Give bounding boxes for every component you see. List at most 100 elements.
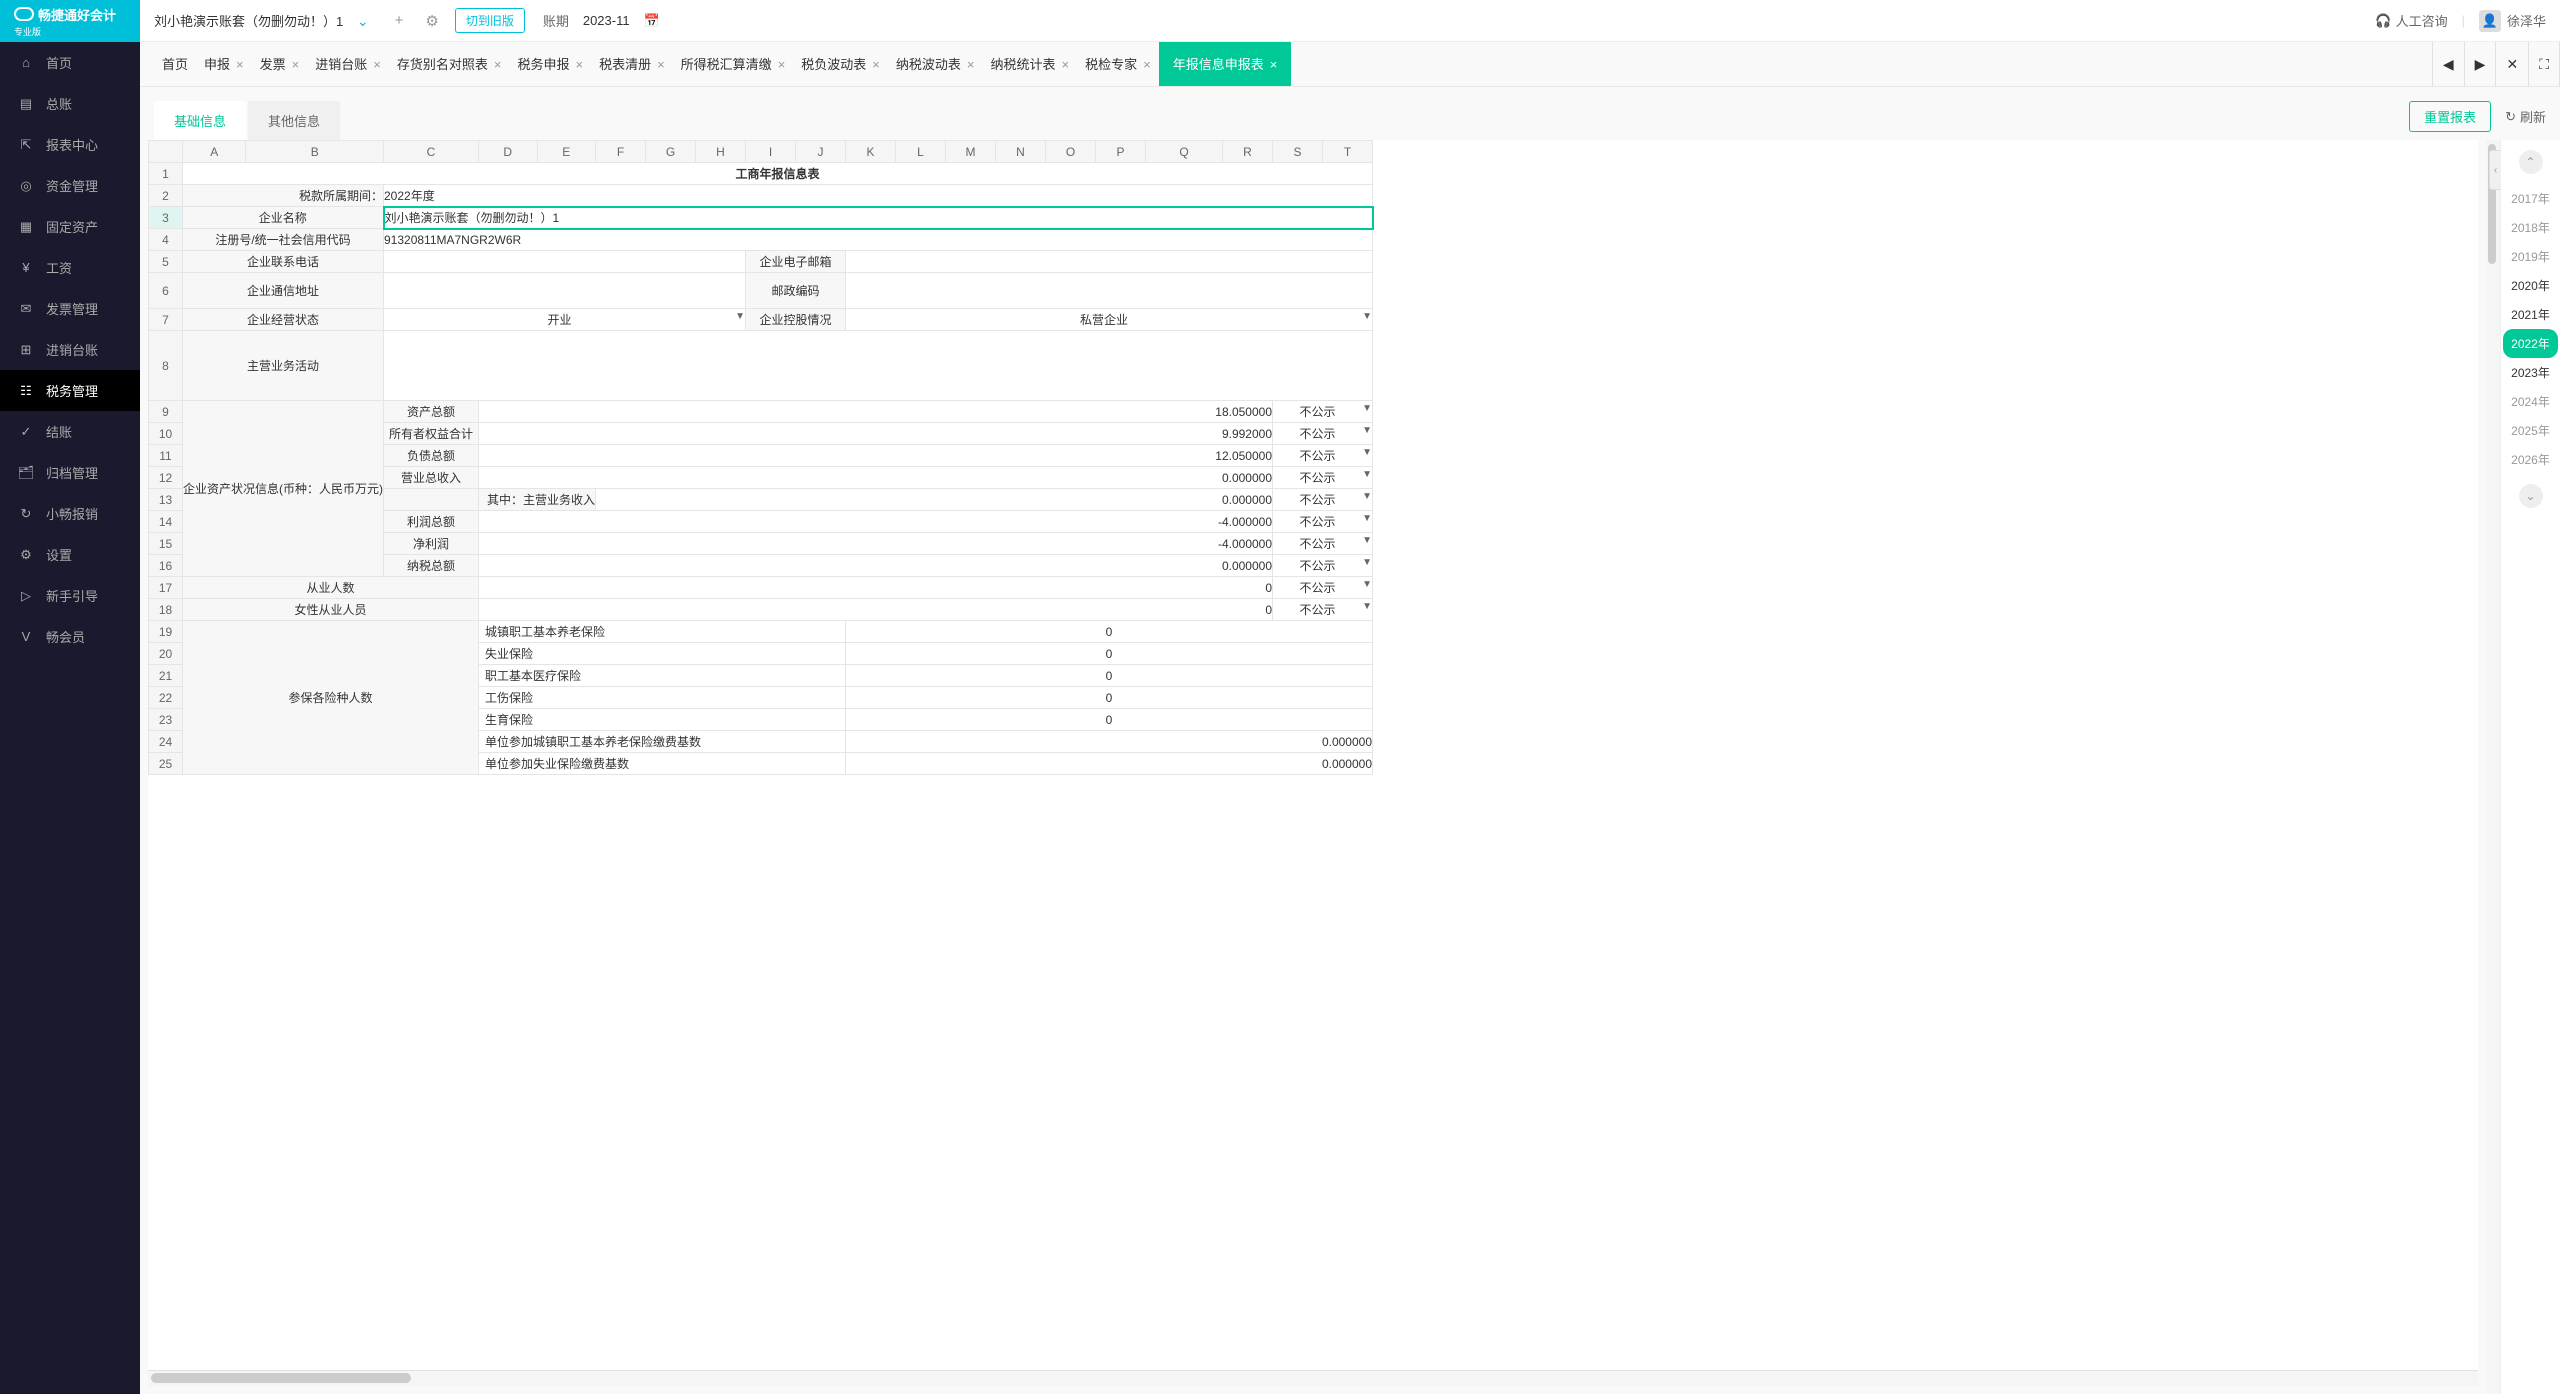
tab-11[interactable]: 税检专家× <box>1077 42 1159 86</box>
tab-8[interactable]: 税负波动表× <box>793 42 888 86</box>
base-value-25[interactable]: 0.000000 <box>846 753 1373 775</box>
sidebar-item-3[interactable]: ◎资金管理 <box>0 165 140 206</box>
row-value-10[interactable]: 9.992000 <box>479 423 1273 445</box>
row-head-6[interactable]: 6 <box>149 273 183 309</box>
col-head-I[interactable]: I <box>746 141 796 163</box>
status-value[interactable]: 开业▼ <box>384 309 746 331</box>
row-head-24[interactable]: 24 <box>149 731 183 753</box>
row-head-4[interactable]: 4 <box>149 229 183 251</box>
row-head-21[interactable]: 21 <box>149 665 183 687</box>
spreadsheet[interactable]: ABCDEFGHIJKLMNOPQRST1工商年报信息表2税款所属期间：2022… <box>148 140 2478 1370</box>
col-head-F[interactable]: F <box>596 141 646 163</box>
close-icon[interactable]: × <box>494 42 502 87</box>
user-menu[interactable]: 👤 徐泽华 <box>2479 10 2546 32</box>
tab-5[interactable]: 税务申报× <box>509 42 591 86</box>
sidebar-item-5[interactable]: ¥工资 <box>0 247 140 288</box>
ins-value-21[interactable]: 0 <box>846 665 1373 687</box>
tab-0[interactable]: 首页 <box>154 42 196 86</box>
fullscreen-icon[interactable]: ⛶ <box>2529 42 2560 86</box>
year-down-icon[interactable]: ⌄ <box>2519 484 2543 508</box>
horizontal-scrollbar[interactable] <box>148 1370 2478 1386</box>
row-value-14[interactable]: -4.000000 <box>479 511 1273 533</box>
subtab-1[interactable]: 其他信息 <box>248 101 340 140</box>
col-head-Q[interactable]: Q <box>1146 141 1223 163</box>
col-head-P[interactable]: P <box>1096 141 1146 163</box>
sidebar-item-12[interactable]: ⚙设置 <box>0 534 140 575</box>
gear-icon[interactable]: ⚙ <box>419 12 444 30</box>
address-value[interactable] <box>384 273 746 309</box>
row-vis-12[interactable]: 不公示▼ <box>1273 467 1373 489</box>
row-head-23[interactable]: 23 <box>149 709 183 731</box>
col-head-S[interactable]: S <box>1273 141 1323 163</box>
row-head-9[interactable]: 9 <box>149 401 183 423</box>
female-value[interactable]: 0 <box>479 599 1273 621</box>
col-head-R[interactable]: R <box>1223 141 1273 163</box>
year-2025年[interactable]: 2025年 <box>2503 416 2558 445</box>
row-head-13[interactable]: 13 <box>149 489 183 511</box>
tab-1[interactable]: 申报× <box>196 42 252 86</box>
tab-7[interactable]: 所得税汇算清缴× <box>673 42 794 86</box>
sidebar-item-1[interactable]: ▤总账 <box>0 83 140 124</box>
close-icon[interactable]: × <box>575 42 583 87</box>
row-vis-9[interactable]: 不公示▼ <box>1273 401 1373 423</box>
tab-6[interactable]: 税表清册× <box>591 42 673 86</box>
row-vis-14[interactable]: 不公示▼ <box>1273 511 1373 533</box>
row-head-20[interactable]: 20 <box>149 643 183 665</box>
close-icon[interactable]: × <box>1062 42 1070 87</box>
refresh-button[interactable]: ↻刷新 <box>2505 107 2546 126</box>
calendar-icon[interactable]: 📅 <box>644 13 660 29</box>
row-head-7[interactable]: 7 <box>149 309 183 331</box>
phone-value[interactable] <box>384 251 746 273</box>
tab-12[interactable]: 年报信息申报表× <box>1159 42 1292 86</box>
col-head-J[interactable]: J <box>796 141 846 163</box>
base-value-24[interactable]: 0.000000 <box>846 731 1373 753</box>
sidebar-item-14[interactable]: V畅会员 <box>0 616 140 657</box>
consult-button[interactable]: 🎧人工咨询 <box>2375 11 2447 30</box>
col-head-E[interactable]: E <box>537 141 596 163</box>
year-2022年[interactable]: 2022年 <box>2503 329 2558 358</box>
company-value[interactable]: 刘小艳演示账套（勿删勿动！）1 <box>384 207 1373 229</box>
row-vis-13[interactable]: 不公示▼ <box>1273 489 1373 511</box>
row-vis-11[interactable]: 不公示▼ <box>1273 445 1373 467</box>
col-head-O[interactable]: O <box>1046 141 1096 163</box>
reg-value[interactable]: 91320811MA7NGR2W6R <box>384 229 1373 251</box>
switch-old-button[interactable]: 切到旧版 <box>455 8 525 33</box>
email-value[interactable] <box>846 251 1373 273</box>
tab-prev-icon[interactable]: ◀ <box>2433 42 2465 86</box>
row-vis-15[interactable]: 不公示▼ <box>1273 533 1373 555</box>
period-value[interactable]: 2022年度 <box>384 185 1373 207</box>
sidebar-item-7[interactable]: ⊞进销台账 <box>0 329 140 370</box>
subtab-0[interactable]: 基础信息 <box>154 101 246 140</box>
close-icon[interactable]: × <box>967 42 975 87</box>
row-head-17[interactable]: 17 <box>149 577 183 599</box>
sidebar-item-2[interactable]: ⇱报表中心 <box>0 124 140 165</box>
year-2021年[interactable]: 2021年 <box>2503 300 2558 329</box>
ins-value-22[interactable]: 0 <box>846 687 1373 709</box>
row-head-12[interactable]: 12 <box>149 467 183 489</box>
tab-3[interactable]: 进销台账× <box>307 42 389 86</box>
row-value-15[interactable]: -4.000000 <box>479 533 1273 555</box>
col-head-G[interactable]: G <box>646 141 696 163</box>
corner-cell[interactable] <box>149 141 183 163</box>
reset-report-button[interactable]: 重置报表 <box>2409 101 2491 132</box>
row-head-2[interactable]: 2 <box>149 185 183 207</box>
col-head-H[interactable]: H <box>696 141 746 163</box>
year-2017年[interactable]: 2017年 <box>2503 184 2558 213</box>
row-vis-16[interactable]: 不公示▼ <box>1273 555 1373 577</box>
col-head-C[interactable]: C <box>384 141 479 163</box>
tab-4[interactable]: 存货别名对照表× <box>389 42 510 86</box>
col-head-N[interactable]: N <box>996 141 1046 163</box>
sidebar-item-8[interactable]: ☷税务管理 <box>0 370 140 411</box>
close-icon[interactable]: × <box>872 42 880 87</box>
row-vis-10[interactable]: 不公示▼ <box>1273 423 1373 445</box>
row-head-22[interactable]: 22 <box>149 687 183 709</box>
employee-vis[interactable]: 不公示▼ <box>1273 577 1373 599</box>
sidebar-item-0[interactable]: ⌂首页 <box>0 42 140 83</box>
period-value[interactable]: 2023-11 <box>583 13 630 28</box>
close-icon[interactable]: × <box>1143 42 1151 87</box>
tab-close-all-icon[interactable]: ✕ <box>2496 42 2529 86</box>
sidebar-item-4[interactable]: ▦固定资产 <box>0 206 140 247</box>
col-head-M[interactable]: M <box>946 141 996 163</box>
row-head-11[interactable]: 11 <box>149 445 183 467</box>
ins-value-23[interactable]: 0 <box>846 709 1373 731</box>
